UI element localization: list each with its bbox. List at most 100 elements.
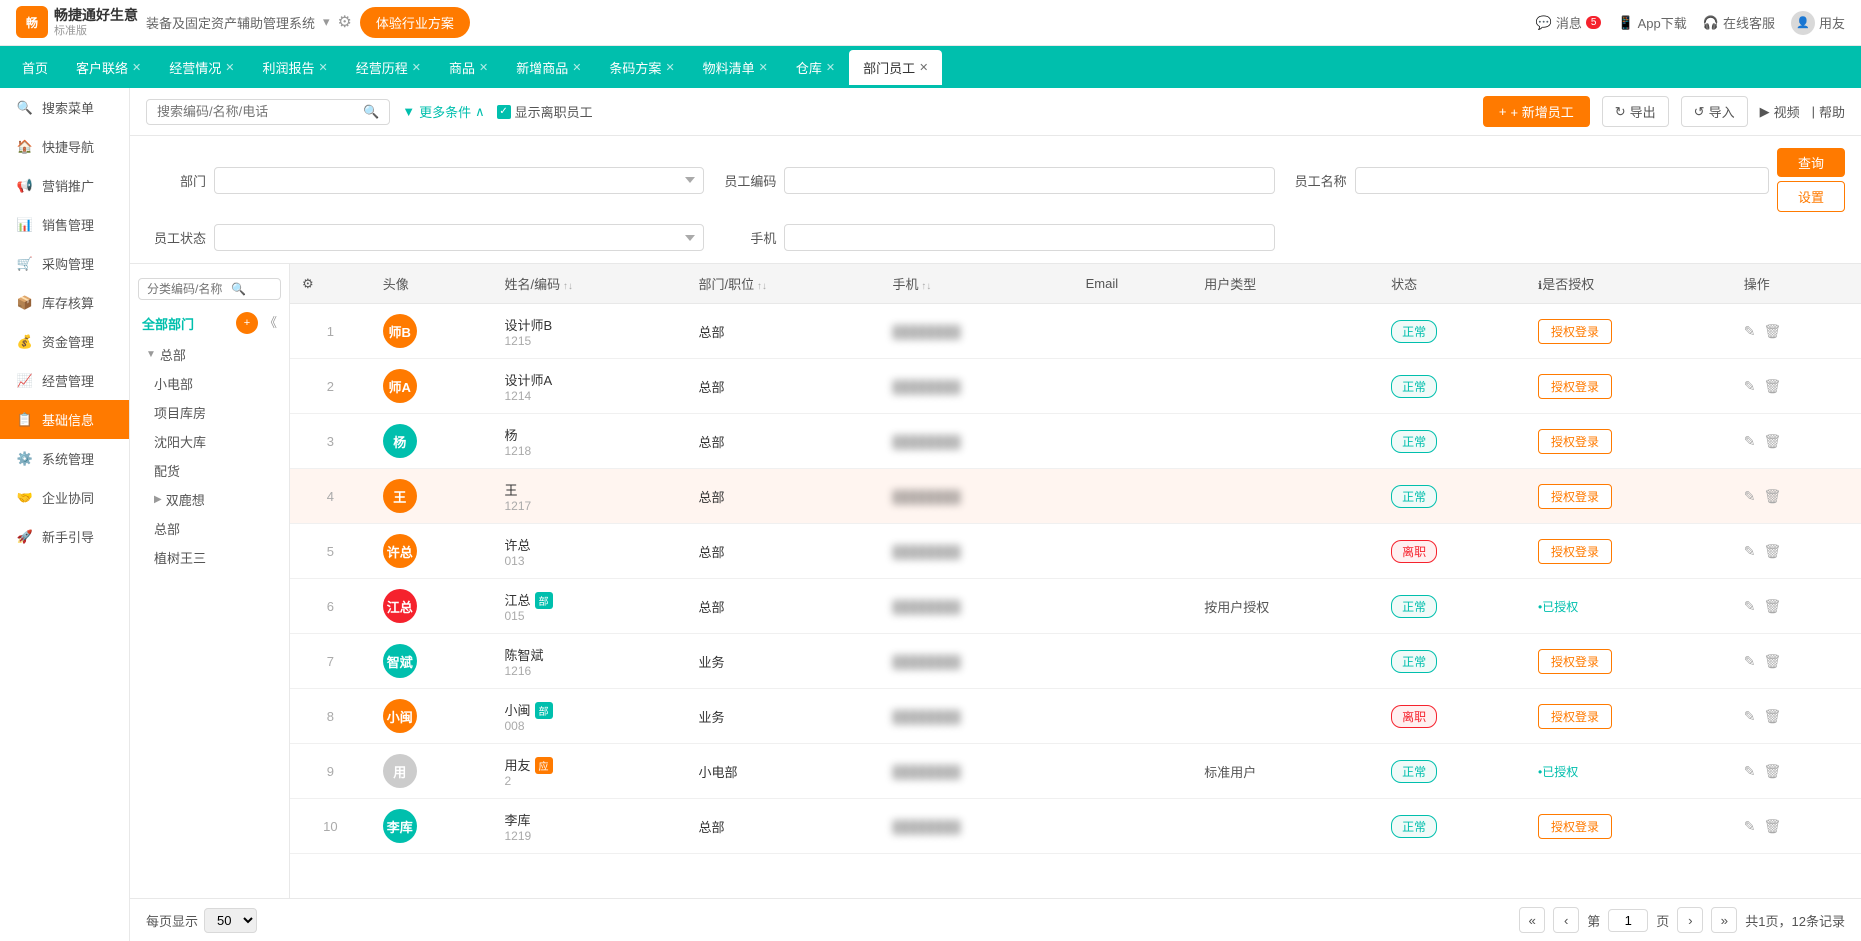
delete-button[interactable]: 🗑 <box>1764 433 1782 450</box>
delete-button[interactable]: 🗑 <box>1764 653 1782 670</box>
edit-button[interactable]: ✎ <box>1744 763 1756 780</box>
last-page-button[interactable]: » <box>1711 907 1737 933</box>
nav-tab-operation[interactable]: 经营情况 ✕ <box>155 50 248 85</box>
more-filter-button[interactable]: ▼ 更多条件 ∧ <box>402 102 484 121</box>
next-page-button[interactable]: › <box>1677 907 1703 933</box>
import-button[interactable]: ↺ 导入 <box>1681 96 1748 127</box>
dept-add-button[interactable]: + <box>236 312 258 334</box>
th-settings[interactable]: ⚙ <box>290 264 371 304</box>
help-button[interactable]: | 帮助 <box>1812 102 1845 121</box>
tree-item-wangsan[interactable]: 植树王三 <box>130 543 289 572</box>
th-name[interactable]: 姓名/编码 <box>493 264 687 304</box>
delete-button[interactable]: 🗑 <box>1764 763 1782 780</box>
nav-tab-employees[interactable]: 部门员工 ✕ <box>849 50 942 85</box>
employee-name-input[interactable] <box>1355 167 1769 194</box>
auth-login-button[interactable]: 授权登录 <box>1538 704 1612 729</box>
first-page-button[interactable]: « <box>1519 907 1545 933</box>
edit-button[interactable]: ✎ <box>1744 598 1756 615</box>
edit-button[interactable]: ✎ <box>1744 323 1756 340</box>
edit-button[interactable]: ✎ <box>1744 433 1756 450</box>
tree-item-distribution[interactable]: 配货 <box>130 456 289 485</box>
nav-tab-addgoods[interactable]: 新增商品 ✕ <box>502 50 595 85</box>
settings-button[interactable]: 设置 <box>1777 181 1845 212</box>
sidebar-item-system[interactable]: ⚙️ 系统管理 <box>0 439 129 478</box>
tree-item-headquarters-parent[interactable]: ▼ 总部 <box>130 340 289 369</box>
sidebar-item-guide[interactable]: 🚀 新手引导 <box>0 517 129 556</box>
edit-button[interactable]: ✎ <box>1744 543 1756 560</box>
tree-item-project[interactable]: 项目库房 <box>130 398 289 427</box>
sidebar-item-management[interactable]: 📈 经营管理 <box>0 361 129 400</box>
auth-login-button[interactable]: 授权登录 <box>1538 319 1612 344</box>
message-button[interactable]: 💬 消息 5 <box>1536 13 1602 32</box>
auth-login-button[interactable]: 授权登录 <box>1538 814 1612 839</box>
app-download-button[interactable]: 📱 App下载 <box>1617 13 1686 32</box>
sidebar-item-finance[interactable]: 💰 资金管理 <box>0 322 129 361</box>
sidebar-item-cooperation[interactable]: 🤝 企业协同 <box>0 478 129 517</box>
close-icon[interactable]: ✕ <box>479 61 488 74</box>
tree-item-electronics[interactable]: 小电部 <box>130 369 289 398</box>
sidebar-item-inventory[interactable]: 📦 库存核算 <box>0 283 129 322</box>
close-icon[interactable]: ✕ <box>319 61 328 74</box>
nav-tab-profit[interactable]: 利润报告 ✕ <box>248 50 341 85</box>
sidebar-item-sales[interactable]: 📊 销售管理 <box>0 205 129 244</box>
nav-tab-warehouse[interactable]: 仓库 ✕ <box>782 50 849 85</box>
collapse-icon[interactable]: 《 <box>264 312 277 334</box>
edit-button[interactable]: ✎ <box>1744 488 1756 505</box>
close-icon[interactable]: ✕ <box>412 61 421 74</box>
table-settings-icon[interactable]: ⚙ <box>302 276 314 291</box>
dropdown-arrow-icon[interactable]: ▾ <box>323 14 330 30</box>
status-filter-select[interactable] <box>214 224 704 251</box>
employee-code-input[interactable] <box>784 167 1274 194</box>
view-button[interactable]: ▶ 视频 <box>1760 102 1800 121</box>
gear-icon[interactable]: ⚙ <box>338 12 352 32</box>
show-resign-checkbox[interactable]: ✓ 显示离职员工 <box>497 102 593 121</box>
tree-item-shuanglu[interactable]: ▶ 双鹿想 <box>130 485 289 514</box>
dept-filter-select[interactable] <box>214 167 704 194</box>
close-icon[interactable]: ✕ <box>132 61 141 74</box>
th-dept[interactable]: 部门/职位 <box>686 264 880 304</box>
delete-button[interactable]: 🗑 <box>1764 708 1782 725</box>
edit-button[interactable]: ✎ <box>1744 708 1756 725</box>
sidebar-item-navigation[interactable]: 🏠 快捷导航 <box>0 127 129 166</box>
page-number-input[interactable] <box>1608 909 1648 932</box>
delete-button[interactable]: 🗑 <box>1764 598 1782 615</box>
close-icon[interactable]: ✕ <box>826 61 835 74</box>
close-icon[interactable]: ✕ <box>665 61 674 74</box>
tree-item-headquarters-child[interactable]: 总部 <box>130 514 289 543</box>
online-service-button[interactable]: 🎧 在线客服 <box>1703 13 1775 32</box>
delete-button[interactable]: 🗑 <box>1764 378 1782 395</box>
edit-button[interactable]: ✎ <box>1744 653 1756 670</box>
delete-button[interactable]: 🗑 <box>1764 488 1782 505</box>
nav-tab-bom[interactable]: 物料清单 ✕ <box>689 50 782 85</box>
edit-button[interactable]: ✎ <box>1744 818 1756 835</box>
delete-button[interactable]: 🗑 <box>1764 323 1782 340</box>
auth-login-button[interactable]: 授权登录 <box>1538 539 1612 564</box>
tree-item-shenyang[interactable]: 沈阳大库 <box>130 427 289 456</box>
nav-tab-barcode[interactable]: 条码方案 ✕ <box>595 50 688 85</box>
prev-page-button[interactable]: ‹ <box>1553 907 1579 933</box>
close-icon[interactable]: ✕ <box>572 61 581 74</box>
delete-button[interactable]: 🗑 <box>1764 818 1782 835</box>
nav-tab-home[interactable]: 首页 <box>8 50 62 85</box>
phone-input[interactable] <box>784 224 1274 251</box>
nav-tab-goods[interactable]: 商品 ✕ <box>435 50 502 85</box>
query-button[interactable]: 查询 <box>1777 148 1845 177</box>
close-icon[interactable]: ✕ <box>759 61 768 74</box>
auth-login-button[interactable]: 授权登录 <box>1538 374 1612 399</box>
delete-button[interactable]: 🗑 <box>1764 543 1782 560</box>
search-input[interactable] <box>157 104 357 119</box>
close-icon[interactable]: ✕ <box>919 61 928 74</box>
page-size-select[interactable]: 50 <box>204 908 257 933</box>
export-button[interactable]: ↻ 导出 <box>1602 96 1669 127</box>
edit-button[interactable]: ✎ <box>1744 378 1756 395</box>
nav-tab-process[interactable]: 经营历程 ✕ <box>342 50 435 85</box>
add-employee-button[interactable]: + + 新增员工 <box>1483 96 1590 127</box>
sidebar-item-basic-info[interactable]: 📋 基础信息 <box>0 400 129 439</box>
nav-tab-customer[interactable]: 客户联络 ✕ <box>62 50 155 85</box>
auth-login-button[interactable]: 授权登录 <box>1538 649 1612 674</box>
dept-search-input[interactable] <box>147 282 227 296</box>
sidebar-item-marketing[interactable]: 📢 营销推广 <box>0 166 129 205</box>
auth-login-button[interactable]: 授权登录 <box>1538 429 1612 454</box>
user-menu[interactable]: 👤 用友 <box>1791 11 1845 35</box>
close-icon[interactable]: ✕ <box>225 61 234 74</box>
